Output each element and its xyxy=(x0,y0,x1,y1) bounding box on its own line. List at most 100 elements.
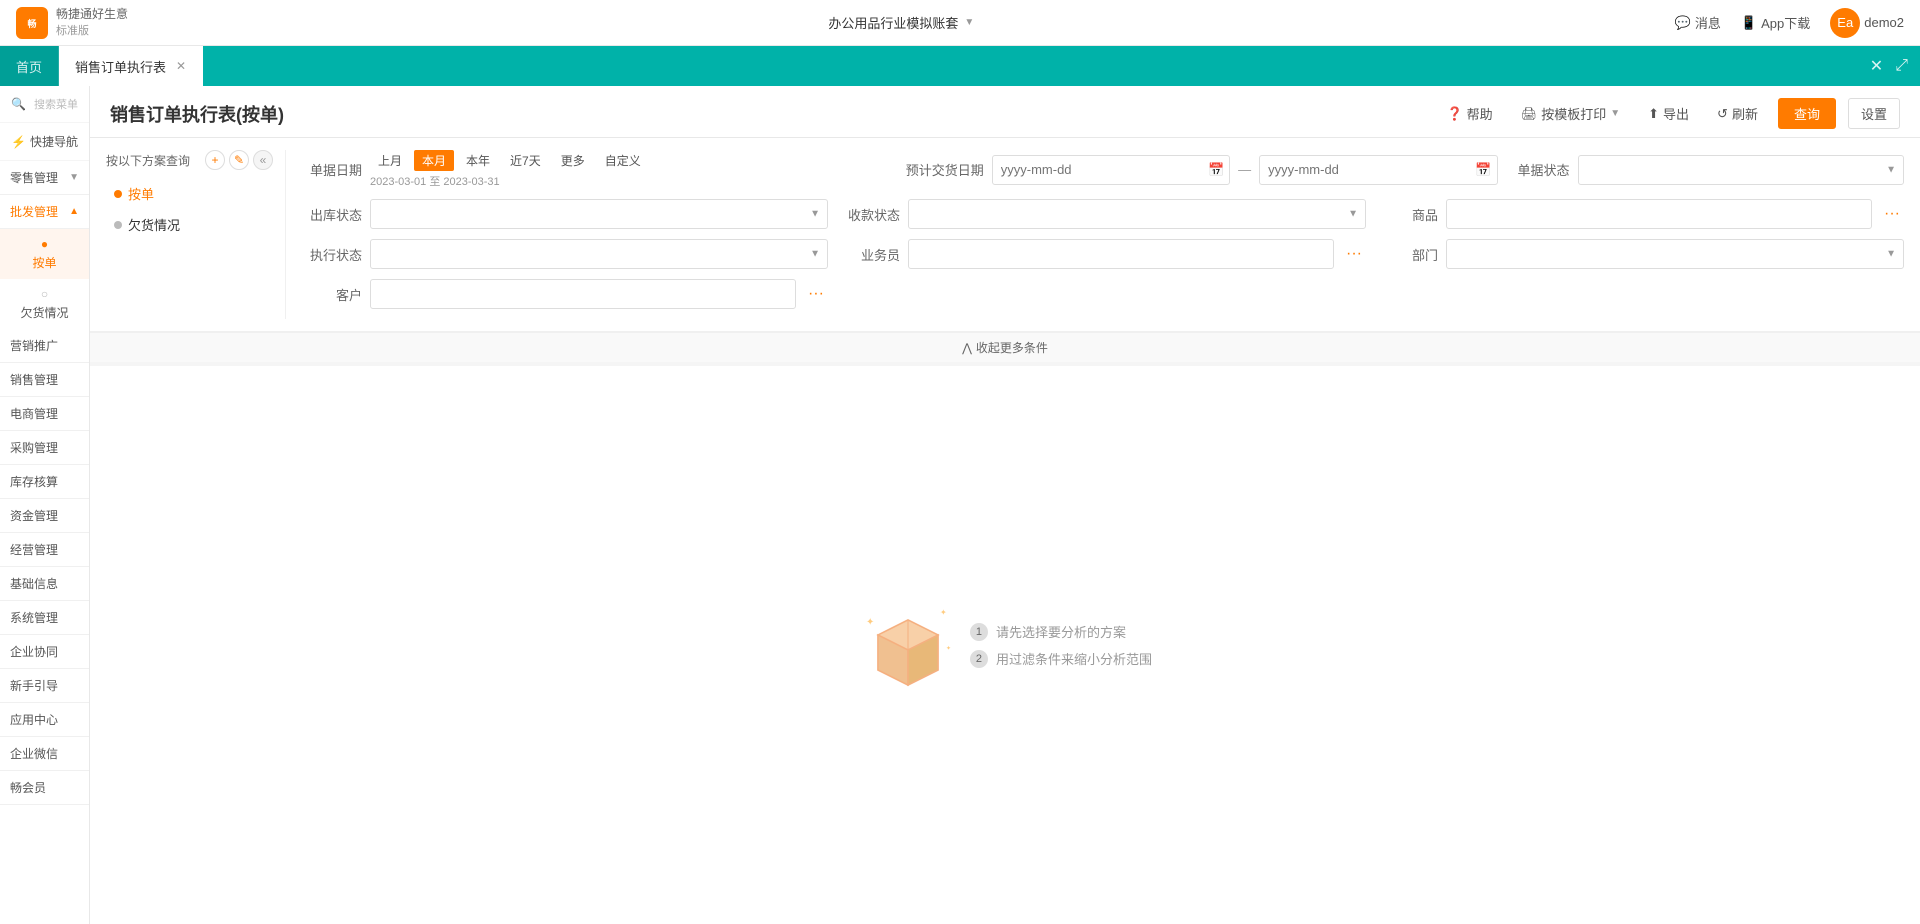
retail-expand-arrow: ▼ xyxy=(69,172,79,183)
scheme-collapse-btn[interactable]: « xyxy=(253,150,273,170)
scheme-header: 按以下方案查询 + ✎ « xyxy=(106,150,273,170)
date-tab-more[interactable]: 更多 xyxy=(553,150,593,171)
query-btn[interactable]: 查询 xyxy=(1778,98,1836,129)
doc-status-select[interactable] xyxy=(1578,155,1905,185)
sidebar-item-purchase[interactable]: 采购管理 xyxy=(0,431,89,465)
scheme-edit-icon: ✎ xyxy=(234,153,244,167)
page-header: 销售订单执行表(按单) ❓ 帮助 🖨 按模板打印 ▼ ⬆ 导出 ↺ 刷新 xyxy=(90,86,1920,138)
scheme-debt-label: 欠货情况 xyxy=(128,215,180,234)
sidebar-app-center-label: 应用中心 xyxy=(10,711,58,728)
payment-status-select[interactable] xyxy=(908,199,1366,229)
filter-row-1: 单据日期 上月 本月 本年 近7天 更多 自定义 20 xyxy=(302,150,1904,189)
sidebar-item-enterprise-wechat[interactable]: 企业微信 xyxy=(0,737,89,771)
sidebar-item-ecommerce[interactable]: 电商管理 xyxy=(0,397,89,431)
step-1-num: 1 xyxy=(970,623,988,641)
product-input[interactable] xyxy=(1446,199,1872,229)
customer-input[interactable] xyxy=(370,279,796,309)
expected-date-label: 预计交货日期 xyxy=(906,160,984,179)
tab-actions: ✕ ⤢ xyxy=(1858,46,1920,86)
date-tab-last-month[interactable]: 上月 xyxy=(370,150,410,171)
sidebar-item-cooperation[interactable]: 企业协同 xyxy=(0,635,89,669)
expected-date-start-input[interactable] xyxy=(992,155,1230,185)
tab-spacer xyxy=(203,46,1858,86)
scheme-collapse-icon: « xyxy=(260,153,267,167)
stock-status-select-wrap: ▼ xyxy=(370,199,828,229)
app-download-btn[interactable]: 📱 App下载 xyxy=(1741,13,1810,32)
sidebar-item-operations[interactable]: 经营管理 xyxy=(0,533,89,567)
scheme-edit-btn[interactable]: ✎ xyxy=(229,150,249,170)
help-btn[interactable]: ❓ 帮助 xyxy=(1438,100,1500,127)
filter-group-doc-status: 单据状态 ▼ xyxy=(1510,155,1905,185)
filter-group-customer: 客户 ··· xyxy=(302,279,828,309)
svg-text:畅: 畅 xyxy=(27,18,36,29)
sidebar-marketing-label: 营销推广 xyxy=(10,337,58,354)
tab-expand-btn[interactable]: ⤢ xyxy=(1895,57,1908,75)
date-tab-this-year[interactable]: 本年 xyxy=(458,150,498,171)
sidebar-item-finance[interactable]: 资金管理 xyxy=(0,499,89,533)
sidebar-item-sales-mgmt[interactable]: 销售管理 xyxy=(0,363,89,397)
sidebar-item-vip[interactable]: 畅会员 xyxy=(0,771,89,805)
sidebar-item-marketing[interactable]: 营销推广 xyxy=(0,329,89,363)
dept-select[interactable] xyxy=(1446,239,1904,269)
stock-status-select[interactable] xyxy=(370,199,828,229)
customer-more-btn[interactable]: ··· xyxy=(804,285,828,303)
svg-text:✦: ✦ xyxy=(946,645,951,652)
message-btn[interactable]: 💬 消息 xyxy=(1675,13,1721,32)
filter-panel: 按以下方案查询 + ✎ « xyxy=(90,138,1920,362)
salesman-more-btn[interactable]: ··· xyxy=(1342,245,1366,263)
sidebar-item-basic-info[interactable]: 基础信息 xyxy=(0,567,89,601)
sidebar-wholesale-label: 批发管理 xyxy=(10,203,58,220)
tab-sales-order[interactable]: 销售订单执行表 ✕ xyxy=(59,46,203,86)
scheme-add-btn[interactable]: + xyxy=(205,150,225,170)
filter-group-exec-status: 执行状态 ▼ xyxy=(302,239,828,269)
print-label: 按模板打印 xyxy=(1541,104,1606,123)
user-avatar-area[interactable]: Ea demo2 xyxy=(1830,8,1904,38)
sidebar-purchase-label: 采购管理 xyxy=(10,439,58,456)
date-separator: — xyxy=(1238,162,1251,177)
sidebar-item-retail-mgmt[interactable]: 零售管理 ▼ xyxy=(0,161,89,195)
exec-status-select[interactable] xyxy=(370,239,828,269)
header-right: 💬 消息 📱 App下载 Ea demo2 xyxy=(1675,8,1904,38)
tab-close-icon[interactable]: ✕ xyxy=(176,59,186,73)
app-logo: 畅 xyxy=(16,7,48,39)
salesman-label: 业务员 xyxy=(840,245,900,264)
date-tab-custom[interactable]: 自定义 xyxy=(597,150,649,171)
scheme-item-debt[interactable]: 欠货情况 xyxy=(106,209,273,240)
app-name: 畅捷通好生意 xyxy=(56,7,128,23)
sidebar-item-app-center[interactable]: 应用中心 xyxy=(0,703,89,737)
sidebar-quick-nav[interactable]: ⚡ 快捷导航 xyxy=(0,123,89,161)
sidebar-enterprise-wechat-label: 企业微信 xyxy=(10,745,58,762)
date-tab-last-7[interactable]: 近7天 xyxy=(502,150,549,171)
date-tab-this-month[interactable]: 本月 xyxy=(414,150,454,171)
sidebar-item-newbie[interactable]: 新手引导 xyxy=(0,669,89,703)
scheme-sidebar: 按以下方案查询 + ✎ « xyxy=(106,150,286,319)
company-selector[interactable]: 办公用品行业模拟账套 ▼ xyxy=(828,13,974,32)
print-icon: 🖨 xyxy=(1521,106,1538,122)
sidebar-item-wholesale-mgmt[interactable]: 批发管理 ▲ xyxy=(0,195,89,229)
quick-nav-icon: ⚡ xyxy=(11,135,26,149)
sidebar-search[interactable]: 🔍 搜索菜单 xyxy=(0,86,89,123)
logo-area: 畅 畅捷通好生意 标准版 xyxy=(16,7,128,39)
sidebar-quick-nav-label: 快捷导航 xyxy=(30,133,78,150)
scheme-active-dot xyxy=(114,190,122,198)
sidebar-sub-debt[interactable]: ○ 欠货情况 xyxy=(0,279,89,329)
sidebar-item-inventory[interactable]: 库存核算 xyxy=(0,465,89,499)
print-btn[interactable]: 🖨 按模板打印 ▼ xyxy=(1513,100,1628,127)
product-more-btn[interactable]: ··· xyxy=(1880,205,1904,223)
sidebar-sub-press-order[interactable]: ● 按单 xyxy=(0,229,89,279)
customer-label: 客户 xyxy=(302,285,362,304)
tab-sales-order-label: 销售订单执行表 xyxy=(75,57,166,76)
press-order-label: 按单 xyxy=(32,254,56,271)
export-btn[interactable]: ⬆ 导出 xyxy=(1640,100,1697,127)
filter-inner: 按以下方案查询 + ✎ « xyxy=(90,138,1920,332)
salesman-input[interactable] xyxy=(908,239,1334,269)
refresh-btn[interactable]: ↺ 刷新 xyxy=(1709,100,1766,127)
settings-btn[interactable]: 设置 xyxy=(1848,98,1900,129)
expected-date-end-input[interactable] xyxy=(1259,155,1497,185)
tab-home[interactable]: 首页 xyxy=(0,46,59,86)
sidebar-item-system[interactable]: 系统管理 xyxy=(0,601,89,635)
collapse-bar[interactable]: ⋀ 收起更多条件 xyxy=(90,332,1920,362)
filter-row-3: 执行状态 ▼ 业务员 ··· 部门 xyxy=(302,239,1904,269)
tab-close-window-btn[interactable]: ✕ xyxy=(1870,56,1883,76)
scheme-item-press-order[interactable]: 按单 xyxy=(106,178,273,209)
